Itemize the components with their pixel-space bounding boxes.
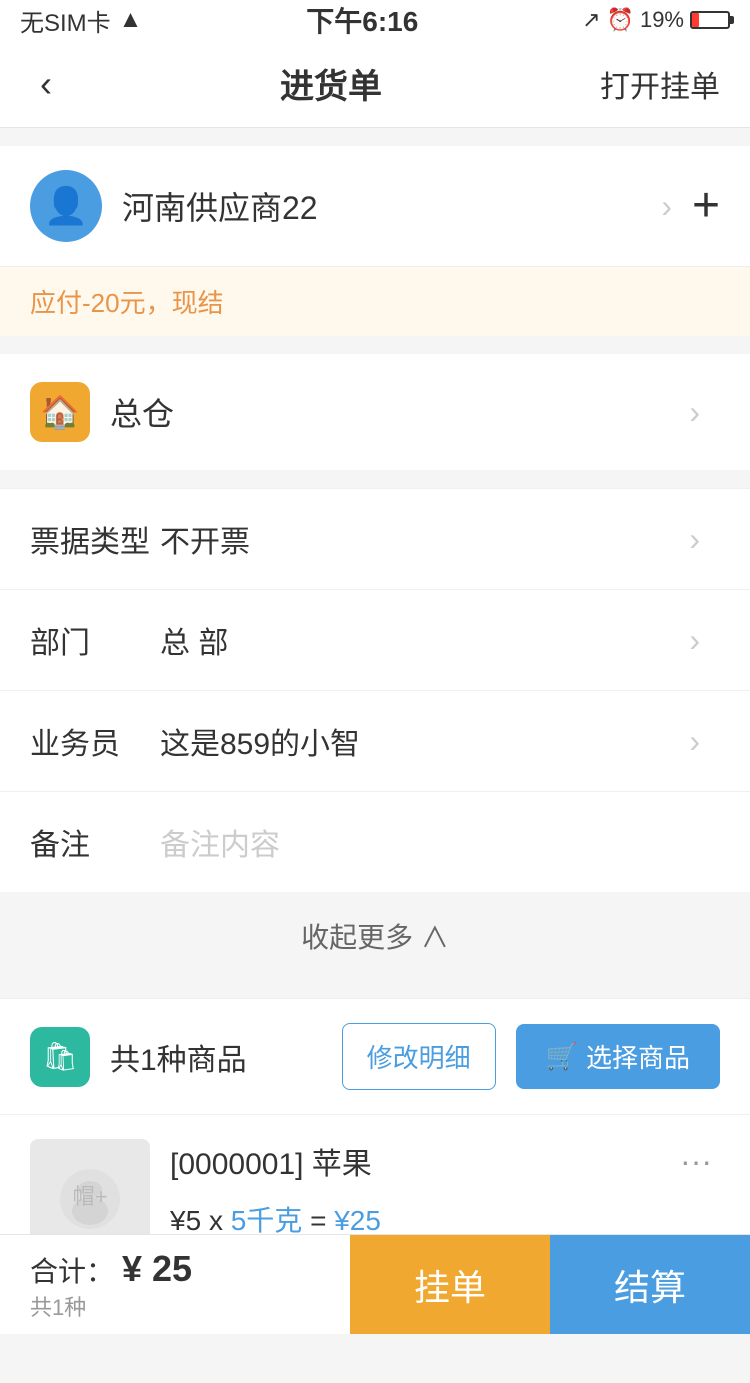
remark-label: 备注: [30, 820, 160, 864]
product-thumb-svg: 帽+: [50, 1159, 130, 1239]
total-value: ¥25: [334, 1205, 381, 1236]
remark-row[interactable]: 备注 备注内容: [0, 791, 750, 892]
products-icon: 🛍: [30, 1027, 90, 1087]
hang-button[interactable]: 挂单: [350, 1235, 550, 1334]
back-button[interactable]: ‹: [30, 53, 62, 115]
nav-bar: ‹ 进货单 打开挂单: [0, 40, 750, 128]
product-name: [0000001] 苹果: [170, 1139, 652, 1183]
location-icon: ↗: [582, 7, 600, 33]
remark-value: 备注内容: [160, 820, 720, 864]
collapse-button[interactable]: 收起更多 ∧: [0, 892, 750, 980]
department-chevron-icon: ›: [689, 622, 700, 659]
wifi-icon: ▲: [119, 6, 143, 34]
product-menu-button[interactable]: ···: [672, 1139, 720, 1184]
checkout-button[interactable]: 结算: [550, 1235, 750, 1334]
supplier-row[interactable]: 👤 河南供应商22 › +: [0, 146, 750, 267]
bottom-bar: 合计： ¥ 25 共1种 挂单 结算: [0, 1234, 750, 1334]
cart-icon: 🛒: [546, 1041, 578, 1072]
total-section: 合计： ¥ 25 共1种: [0, 1248, 350, 1322]
warning-text: 应付-20元，现结: [30, 288, 224, 318]
edit-detail-button[interactable]: 修改明细: [342, 1023, 496, 1090]
invoice-type-value: 不开票: [160, 517, 689, 561]
total-sub: 共1种: [30, 1290, 320, 1322]
supplier-name: 河南供应商22: [122, 183, 661, 229]
gap-4: [0, 980, 750, 998]
salesperson-value: 这是859的小智: [160, 719, 689, 763]
invoice-type-row[interactable]: 票据类型 不开票 ›: [0, 488, 750, 589]
warehouse-name: 总仓: [110, 389, 689, 435]
total-amount: ¥ 25: [122, 1248, 192, 1290]
battery-percent: 19%: [640, 7, 684, 33]
status-time: 下午6:16: [306, 0, 418, 40]
supplier-section: 👤 河南供应商22 › + 应付-20元，现结: [0, 146, 750, 336]
invoice-type-chevron-icon: ›: [689, 521, 700, 558]
page-title: 进货单: [280, 59, 382, 108]
supplier-chevron-icon: ›: [661, 188, 672, 225]
department-row[interactable]: 部门 总 部 ›: [0, 589, 750, 690]
carrier-label: 无SIM卡: [20, 3, 111, 38]
product-info: [0000001] 苹果 ¥5 x 5千克 = ¥25: [170, 1139, 652, 1239]
department-label: 部门: [30, 618, 160, 662]
product-price: ¥5 x 5千克 = ¥25: [170, 1199, 652, 1239]
select-product-button[interactable]: 🛒 选择商品: [516, 1024, 720, 1089]
quantity-value: 5千克: [231, 1205, 303, 1236]
warehouse-row[interactable]: 🏠 总仓 ›: [0, 354, 750, 470]
salesperson-chevron-icon: ›: [689, 723, 700, 760]
total-row: 合计： ¥ 25: [30, 1248, 320, 1290]
status-bar: 无SIM卡 ▲ 下午6:16 ↗ ⏰ 19%: [0, 0, 750, 40]
warning-banner: 应付-20元，现结: [0, 267, 750, 336]
products-header: 🛍 共1种商品 修改明细 🛒 选择商品: [0, 998, 750, 1114]
salesperson-label: 业务员: [30, 719, 160, 763]
alarm-icon: ⏰: [607, 7, 634, 33]
warehouse-home-icon: 🏠: [40, 393, 80, 431]
svg-text:帽+: 帽+: [73, 1184, 108, 1209]
select-product-label: 选择商品: [586, 1038, 690, 1075]
gap-1: [0, 128, 750, 146]
bag-icon: 🛍: [42, 1040, 78, 1073]
open-hang-button[interactable]: 打开挂单: [600, 62, 720, 106]
multiply-sign: x: [209, 1205, 231, 1236]
avatar-icon: 👤: [44, 185, 89, 227]
warehouse-icon: 🏠: [30, 382, 90, 442]
gap-2: [0, 336, 750, 354]
add-button[interactable]: +: [692, 182, 720, 230]
supplier-avatar: 👤: [30, 170, 102, 242]
total-label-text: 合计：: [30, 1250, 114, 1290]
salesperson-row[interactable]: 业务员 这是859的小智 ›: [0, 690, 750, 791]
warehouse-chevron-icon: ›: [689, 394, 700, 431]
status-left: 无SIM卡 ▲: [20, 3, 142, 38]
equals-sign: =: [310, 1205, 334, 1236]
gap-3: [0, 470, 750, 488]
status-right: ↗ ⏰ 19%: [582, 7, 730, 33]
invoice-type-label: 票据类型: [30, 517, 160, 561]
battery-icon: [690, 11, 730, 29]
price-value: ¥5: [170, 1205, 201, 1236]
form-section: 票据类型 不开票 › 部门 总 部 › 业务员 这是859的小智 › 备注 备注…: [0, 488, 750, 892]
department-value: 总 部: [160, 618, 689, 662]
products-count: 共1种商品: [110, 1035, 322, 1079]
warehouse-section: 🏠 总仓 ›: [0, 354, 750, 470]
